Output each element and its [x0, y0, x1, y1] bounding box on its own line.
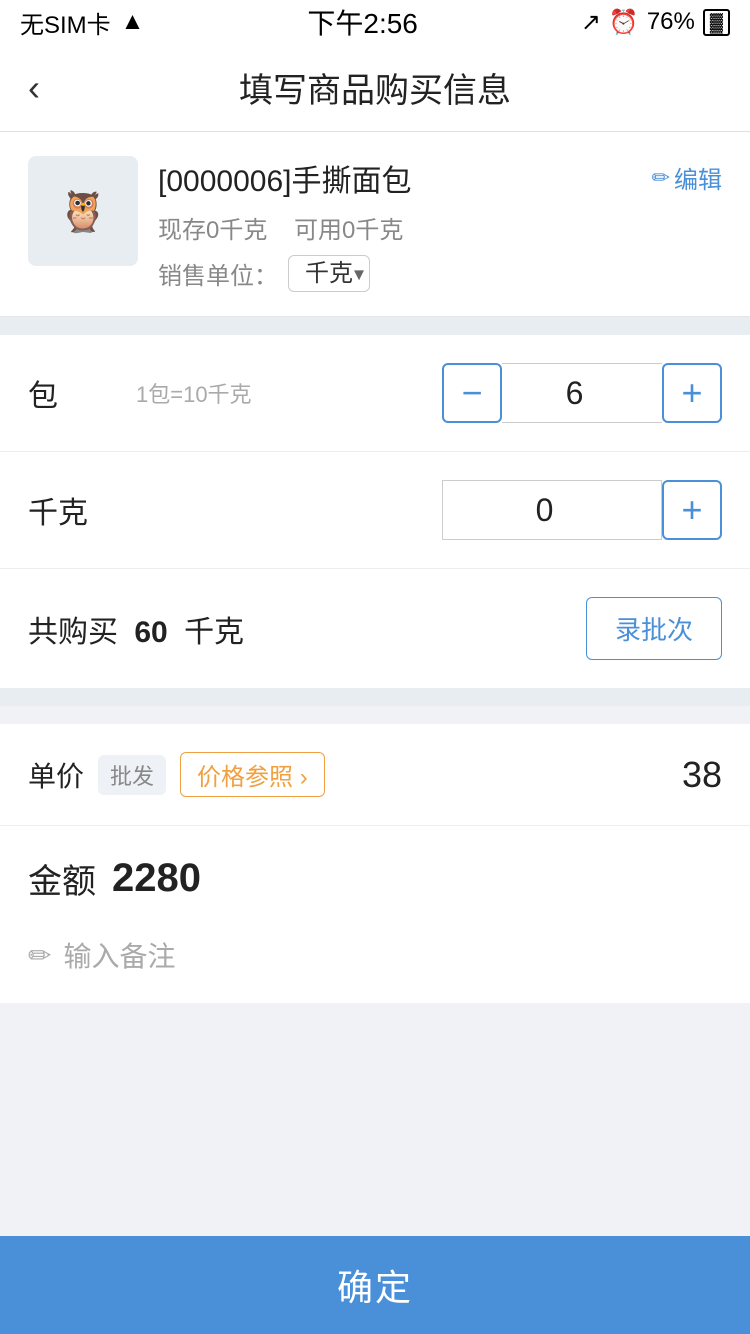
batch-button[interactable]: 录批次	[586, 597, 722, 660]
battery-text: 76%	[647, 8, 695, 36]
price-tag: 批发	[98, 755, 166, 795]
amount-row: 金额 2280	[28, 854, 722, 903]
location-icon: ↗	[581, 8, 601, 37]
status-left: 无SIM卡 ▲	[20, 5, 144, 40]
remark-placeholder: 输入备注	[63, 935, 175, 975]
price-label: 单价	[28, 755, 84, 795]
package-sublabel: 1包=10千克	[136, 377, 442, 409]
total-row: 共购买 60 千克 录批次	[0, 569, 750, 688]
product-name: [0000006]手撕面包	[158, 156, 722, 200]
status-bar: 无SIM卡 ▲ 下午2:56 ↗ ⏰ 76% ▓	[0, 0, 750, 44]
package-minus-button[interactable]: −	[442, 363, 502, 423]
package-input[interactable]	[502, 363, 662, 423]
confirm-button[interactable]: 确定	[0, 1236, 750, 1334]
unit-select-wrap[interactable]: 千克	[288, 255, 370, 292]
amount-section: 金额 2280 ✏ 输入备注	[0, 826, 750, 1003]
carrier-text: 无SIM卡	[20, 5, 111, 40]
unit-select[interactable]: 千克	[288, 255, 370, 292]
edit-icon: ✏	[652, 165, 670, 191]
alarm-icon: ⏰	[609, 8, 639, 37]
section-divider-1	[0, 317, 750, 335]
kg-plus-button[interactable]: +	[662, 480, 722, 540]
product-stock: 现存0千克 可用0千克	[158, 210, 722, 245]
edit-button[interactable]: ✏ 编辑	[652, 160, 722, 195]
kg-label: 千克	[28, 488, 442, 532]
total-text: 共购买 60 千克	[28, 607, 586, 651]
page-title: 填写商品购买信息	[239, 63, 511, 112]
product-info: [0000006]手撕面包 现存0千克 可用0千克 销售单位： 千克	[158, 156, 722, 292]
package-label: 包	[28, 371, 128, 415]
product-logo: 🦉	[58, 188, 108, 235]
total-amount: 60	[134, 616, 167, 649]
kg-input-row: 千克 +	[0, 452, 750, 569]
package-plus-button[interactable]: +	[662, 363, 722, 423]
price-ref-button[interactable]: 价格参照 ›	[180, 752, 325, 797]
amount-label: 金额	[28, 854, 96, 903]
product-unit-row: 销售单位： 千克	[158, 255, 722, 292]
remark-row[interactable]: ✏ 输入备注	[28, 919, 722, 1003]
package-input-row: 包 1包=10千克 − +	[0, 335, 750, 452]
product-image: 🦉	[28, 156, 138, 266]
product-card: 🦉 [0000006]手撕面包 现存0千克 可用0千克 销售单位： 千克 ✏ 编…	[0, 132, 750, 317]
kg-quantity-control: +	[442, 480, 722, 540]
status-time: 下午2:56	[307, 2, 418, 42]
package-quantity-control: − +	[442, 363, 722, 423]
section-divider-2	[0, 688, 750, 706]
price-value: 38	[682, 754, 722, 796]
input-section: 包 1包=10千克 − + 千克 + 共购买 60 千克 录批次	[0, 335, 750, 688]
price-section: 单价 批发 价格参照 › 38	[0, 724, 750, 826]
nav-bar: ‹ 填写商品购买信息	[0, 44, 750, 132]
status-right: ↗ ⏰ 76% ▓	[581, 8, 730, 37]
wifi-icon: ▲	[121, 8, 145, 36]
back-button[interactable]: ‹	[28, 67, 40, 109]
pencil-icon: ✏	[28, 939, 51, 972]
price-row: 单价 批发 价格参照 › 38	[0, 724, 750, 826]
amount-value: 2280	[112, 856, 201, 901]
battery-icon: ▓	[703, 9, 730, 36]
kg-input[interactable]	[442, 480, 662, 540]
